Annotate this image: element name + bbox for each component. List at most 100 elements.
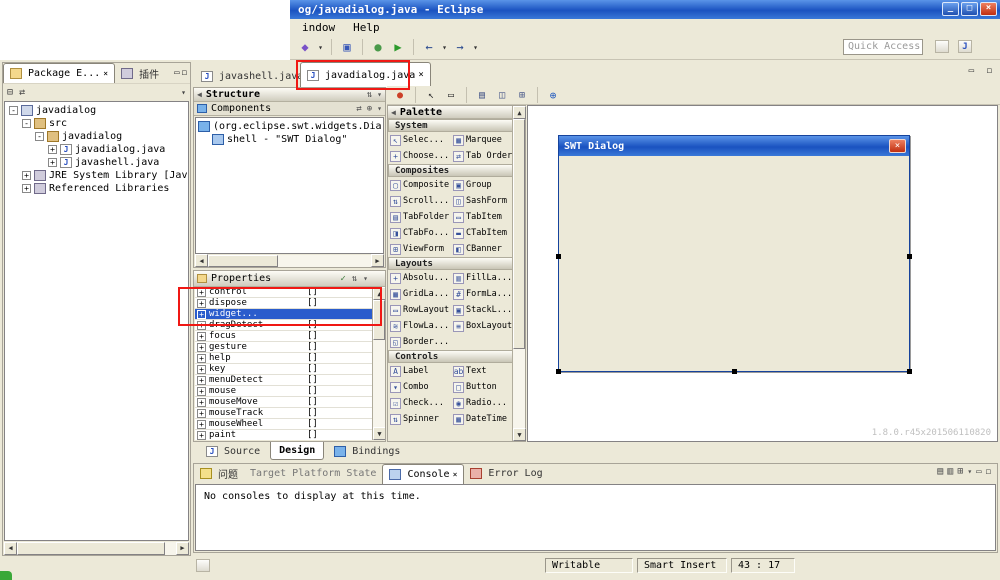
tree-item-project[interactable]: - javadialog (5, 104, 188, 117)
scroll-up-icon[interactable]: ▲ (373, 287, 385, 300)
scrollbar-thumb[interactable] (17, 541, 165, 555)
scrollbar-thumb[interactable] (373, 300, 385, 340)
palette-section-controls[interactable]: Controls (388, 350, 514, 363)
expand-icon[interactable]: + (197, 298, 206, 308)
scrollbar-track[interactable] (165, 541, 176, 555)
palette-item-checkbox[interactable]: ☑ Check... (388, 395, 451, 411)
maximize-editor-icon[interactable]: ◻ (987, 66, 992, 76)
tab-problems[interactable]: 问题 (194, 464, 244, 484)
collapse-panel-icon[interactable]: ◀ (197, 90, 202, 99)
debug-icon[interactable]: ● (369, 38, 387, 56)
property-row[interactable]: + key [] (195, 364, 372, 375)
collapse-panel-icon[interactable]: ◀ (391, 108, 396, 117)
structure-hscrollbar[interactable]: ◀ ▶ (195, 254, 384, 267)
palette-item-formlayout[interactable]: # FormLa... (451, 286, 514, 302)
tab-javadialog[interactable]: J javadialog.java × (300, 62, 431, 87)
collapse-icon[interactable]: - (9, 106, 18, 115)
tab-target-platform-state[interactable]: Target Platform State (244, 464, 382, 484)
palette-item-combo[interactable]: ▾ Combo (388, 379, 451, 395)
tree-item-jre-library[interactable]: + JRE System Library [JavaSE-1. (5, 169, 188, 182)
palette-item-spinner[interactable]: ⇅ Spinner (388, 411, 451, 427)
console-menu-icon[interactable]: ▾ (967, 466, 972, 477)
tab-console[interactable]: Console × (382, 463, 465, 484)
menu-icon[interactable]: ▾ (377, 104, 382, 114)
collapse-all-icon[interactable]: ⊟ (7, 87, 13, 98)
align-center-icon[interactable]: ◫ (493, 86, 511, 104)
java-perspective-icon[interactable]: J (958, 40, 972, 53)
palette-item-stacklayout[interactable]: ▣ StackL... (451, 302, 514, 318)
tab-design[interactable]: Design (270, 442, 325, 460)
new-wizard-icon[interactable]: ◆ (296, 38, 314, 56)
menu-icon[interactable]: ▾ (363, 274, 368, 284)
minimize-view-icon[interactable]: ▭ (976, 466, 981, 477)
resize-handle[interactable] (907, 369, 912, 374)
expand-icon[interactable]: + (22, 184, 31, 193)
palette-item-sashform[interactable]: ◫ SashForm (451, 193, 514, 209)
palette-item-tabfolder[interactable]: ▤ TabFolder (388, 209, 451, 225)
palette-item-composite[interactable]: ▢ Composite (388, 177, 451, 193)
property-row[interactable]: + mouseWheel [] (195, 419, 372, 430)
palette-header[interactable]: ◀ Palette (388, 106, 514, 119)
palette-item-label-widget[interactable]: A Label (388, 363, 451, 379)
swt-dialog-preview[interactable]: SWT Dialog × (556, 135, 912, 374)
status-icon[interactable] (196, 559, 210, 572)
expand-icon[interactable]: + (197, 342, 206, 352)
palette-item-ctabitem[interactable]: ▬ CTabItem (451, 225, 514, 241)
quick-access-input[interactable]: Quick Access (843, 39, 923, 55)
run-icon[interactable]: ▶ (389, 38, 407, 56)
palette-section-composites[interactable]: Composites (388, 164, 514, 177)
locale-globe-icon[interactable]: ⊕ (544, 86, 562, 104)
close-button[interactable]: × (980, 2, 997, 16)
pin-console-icon[interactable]: ▥ (947, 466, 953, 477)
palette-item-viewform[interactable]: ⊞ ViewForm (388, 241, 451, 257)
close-icon[interactable]: × (453, 470, 458, 479)
tree-item-dialog-class[interactable]: (org.eclipse.swt.widgets.Dialog... (198, 120, 381, 133)
sort-icon[interactable]: ⇅ (367, 90, 372, 100)
property-row[interactable]: + focus [] (195, 331, 372, 342)
tree-item-javashell-java[interactable]: + J javashell.java (5, 156, 188, 169)
tree-item-src[interactable]: - src (5, 117, 188, 130)
distribute-icon[interactable]: ⊞ (513, 86, 531, 104)
scroll-up-icon[interactable]: ▲ (513, 106, 526, 119)
view-menu-icon[interactable]: ▾ (181, 88, 190, 97)
palette-item-absolute[interactable]: + Absolu... (388, 270, 451, 286)
perspective-icon[interactable] (935, 40, 949, 53)
maximize-view-icon[interactable]: ◻ (182, 68, 187, 78)
property-row[interactable]: + gesture [] (195, 342, 372, 353)
expand-icon[interactable]: + (48, 145, 57, 154)
palette-section-layouts[interactable]: Layouts (388, 257, 514, 270)
expand-icon[interactable]: + (197, 364, 206, 374)
expand-icon[interactable]: + (197, 320, 206, 330)
scroll-down-icon[interactable]: ▼ (373, 427, 385, 440)
goto-source-icon[interactable]: ✓ (340, 274, 345, 284)
property-row[interactable]: + help [] (195, 353, 372, 364)
scrollbar-thumb[interactable] (208, 254, 278, 267)
collapse-icon[interactable]: - (22, 119, 31, 128)
tree-item-package[interactable]: - javadialog (5, 130, 188, 143)
palette-item-datetime[interactable]: ▦ DateTime (451, 411, 514, 427)
property-row[interactable]: + mouse [] (195, 386, 372, 397)
resize-handle[interactable] (732, 369, 737, 374)
scroll-right-icon[interactable]: ▶ (371, 254, 384, 267)
expand-icon[interactable]: + (197, 430, 206, 440)
scroll-left-icon[interactable]: ◀ (4, 541, 17, 555)
palette-item-flowlayout[interactable]: ≋ FlowLa... (388, 318, 451, 334)
palette-item-gridlayout[interactable]: ▦ GridLa... (388, 286, 451, 302)
scrollbar-thumb[interactable] (513, 119, 525, 349)
align-left-icon[interactable]: ▤ (473, 86, 491, 104)
palette-item-ctabfolder[interactable]: ◨ CTabFo... (388, 225, 451, 241)
tab-bindings[interactable]: Bindings (325, 442, 409, 460)
palette-item-button[interactable]: □ Button (451, 379, 514, 395)
back-dropdown-icon[interactable]: ▾ (440, 43, 449, 52)
tab-source[interactable]: J Source (197, 442, 269, 460)
marquee-tool-icon[interactable]: ▭ (442, 86, 460, 104)
new-wizard-dropdown-icon[interactable]: ▾ (316, 43, 325, 52)
tree-item-javadialog-java[interactable]: + J javadialog.java (5, 143, 188, 156)
explorer-hscrollbar[interactable]: ◀ ▶ (4, 541, 189, 555)
palette-item-text[interactable]: ab Text (451, 363, 514, 379)
property-row[interactable]: + menuDetect [] (195, 375, 372, 386)
expand-icon[interactable]: + (197, 309, 206, 319)
palette-item-filllayout[interactable]: ▥ FillLa... (451, 270, 514, 286)
scroll-right-icon[interactable]: ▶ (176, 541, 189, 555)
palette-item-cbanner[interactable]: ◧ CBanner (451, 241, 514, 257)
